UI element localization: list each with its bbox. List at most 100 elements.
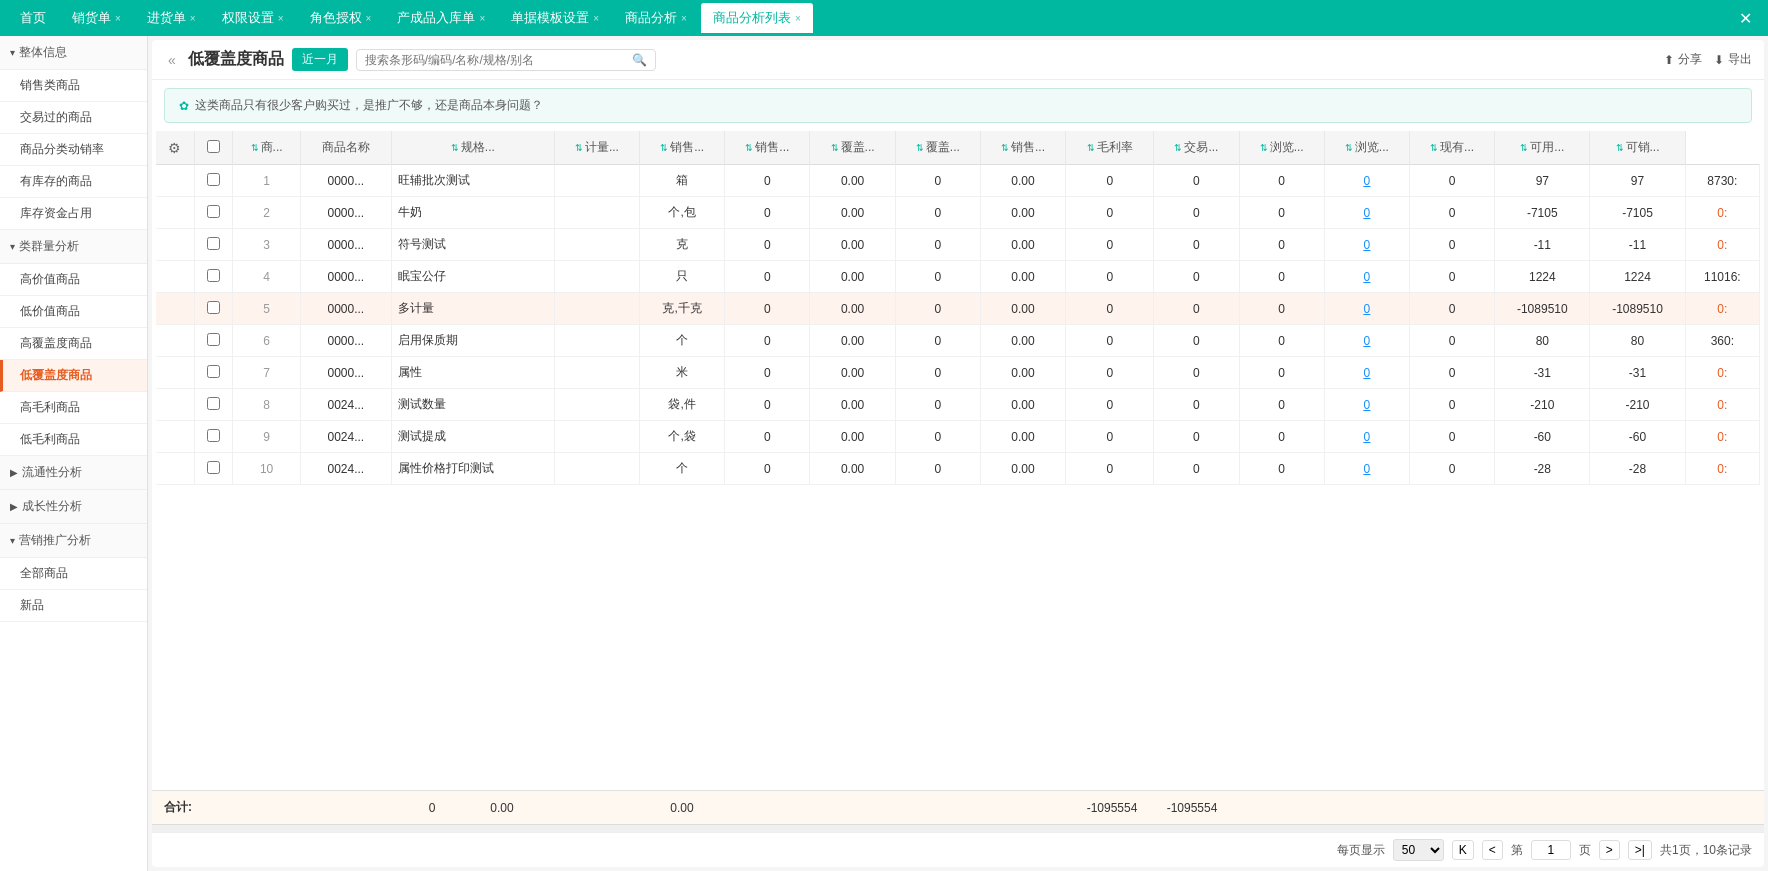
- sidebar-item-category-rate[interactable]: 商品分类动销率: [0, 134, 147, 166]
- sidebar-section-marketing[interactable]: ▾ 营销推广分析: [0, 524, 147, 558]
- sidebar-item-low-margin[interactable]: 低毛利商品: [0, 424, 147, 456]
- nav-analysis-close[interactable]: ×: [681, 13, 687, 24]
- nav-analysis[interactable]: 商品分析 ×: [613, 3, 699, 33]
- sidebar-section-growth[interactable]: ▶ 成长性分析: [0, 490, 147, 524]
- sidebar-section-cluster[interactable]: ▾ 类群量分析: [0, 230, 147, 264]
- row-select-checkbox[interactable]: [207, 205, 220, 218]
- row-checkbox[interactable]: [194, 197, 233, 229]
- th-code[interactable]: ⇅商...: [233, 131, 300, 165]
- row-view1[interactable]: 0: [1324, 165, 1409, 197]
- sidebar-item-high-margin[interactable]: 高毛利商品: [0, 392, 147, 424]
- row-view1[interactable]: 0: [1324, 421, 1409, 453]
- sidebar-item-stocked-goods[interactable]: 有库存的商品: [0, 166, 147, 198]
- share-button[interactable]: ⬆ 分享: [1664, 51, 1702, 68]
- row-checkbox[interactable]: [194, 165, 233, 197]
- nav-purchase-close[interactable]: ×: [190, 13, 196, 24]
- th-gross[interactable]: ⇅毛利率: [1066, 131, 1154, 165]
- row-checkbox[interactable]: [194, 229, 233, 261]
- nav-permissions-close[interactable]: ×: [278, 13, 284, 24]
- th-unit[interactable]: ⇅计量...: [554, 131, 639, 165]
- sidebar-item-new-goods[interactable]: 新品: [0, 590, 147, 622]
- page-number-input[interactable]: [1531, 840, 1571, 860]
- row-select-checkbox[interactable]: [207, 301, 220, 314]
- row-view1[interactable]: 0: [1324, 293, 1409, 325]
- th-cov2[interactable]: ⇅覆盖...: [895, 131, 980, 165]
- th-view1[interactable]: ⇅浏览...: [1239, 131, 1324, 165]
- row-select-checkbox[interactable]: [207, 365, 220, 378]
- column-settings-icon[interactable]: ⚙: [168, 140, 181, 156]
- row-select-checkbox[interactable]: [207, 237, 220, 250]
- row-view1[interactable]: 0: [1324, 261, 1409, 293]
- row-view1[interactable]: 0: [1324, 453, 1409, 485]
- scrollbar-track[interactable]: [152, 824, 1764, 832]
- sidebar-item-low-coverage[interactable]: 低覆盖度商品: [0, 360, 147, 392]
- th-sales1[interactable]: ⇅销售...: [640, 131, 725, 165]
- row-checkbox[interactable]: [194, 421, 233, 453]
- th-sales2[interactable]: ⇅销售...: [725, 131, 810, 165]
- nav-home[interactable]: 首页: [8, 3, 58, 33]
- first-page-button[interactable]: K: [1452, 840, 1474, 860]
- nav-analysis-list-close[interactable]: ×: [795, 13, 801, 24]
- th-cov1[interactable]: ⇅覆盖...: [810, 131, 895, 165]
- nav-analysis-list[interactable]: 商品分析列表 ×: [701, 3, 813, 33]
- th-view2[interactable]: ⇅浏览...: [1324, 131, 1409, 165]
- row-view1[interactable]: 0: [1324, 229, 1409, 261]
- row-view2: 0: [1409, 261, 1494, 293]
- sidebar-item-traded-goods[interactable]: 交易过的商品: [0, 102, 147, 134]
- sidebar-item-high-coverage[interactable]: 高覆盖度商品: [0, 328, 147, 360]
- row-view1[interactable]: 0: [1324, 197, 1409, 229]
- row-checkbox[interactable]: [194, 293, 233, 325]
- sidebar-item-stock-capital[interactable]: 库存资金占用: [0, 198, 147, 230]
- last-page-button[interactable]: >|: [1628, 840, 1652, 860]
- nav-purchase[interactable]: 进货单 ×: [135, 3, 208, 33]
- row-checkbox[interactable]: [194, 325, 233, 357]
- th-spec[interactable]: ⇅规格...: [391, 131, 554, 165]
- export-button[interactable]: ⬇ 导出: [1714, 51, 1752, 68]
- sidebar-section-overview[interactable]: ▾ 整体信息: [0, 36, 147, 70]
- row-select-checkbox[interactable]: [207, 173, 220, 186]
- sidebar-section-liquidity[interactable]: ▶ 流通性分析: [0, 456, 147, 490]
- period-button[interactable]: 近一月: [292, 48, 348, 71]
- row-select-checkbox[interactable]: [207, 461, 220, 474]
- nav-production-close[interactable]: ×: [479, 13, 485, 24]
- nav-production[interactable]: 产成品入库单 ×: [385, 3, 497, 33]
- nav-template[interactable]: 单据模板设置 ×: [499, 3, 611, 33]
- th-sales3[interactable]: ⇅销售...: [980, 131, 1065, 165]
- next-page-button[interactable]: >: [1599, 840, 1620, 860]
- th-trans[interactable]: ⇅交易...: [1154, 131, 1239, 165]
- nav-sales-close[interactable]: ×: [115, 13, 121, 24]
- table-wrapper[interactable]: ⚙ ⇅商... 商品名称 ⇅规格... ⇅计量... ⇅销售... ⇅销售...…: [152, 131, 1764, 790]
- row-view1[interactable]: 0: [1324, 389, 1409, 421]
- row-select-checkbox[interactable]: [207, 397, 220, 410]
- sidebar-item-low-value[interactable]: 低价值商品: [0, 296, 147, 328]
- collapse-sidebar-button[interactable]: «: [164, 50, 180, 70]
- row-checkbox[interactable]: [194, 453, 233, 485]
- row-checkbox[interactable]: [194, 357, 233, 389]
- prev-page-button[interactable]: <: [1482, 840, 1503, 860]
- nav-roles[interactable]: 角色授权 ×: [298, 3, 384, 33]
- nav-permissions[interactable]: 权限设置 ×: [210, 3, 296, 33]
- th-stock1[interactable]: ⇅现有...: [1409, 131, 1494, 165]
- search-input[interactable]: [365, 53, 628, 67]
- row-view1[interactable]: 0: [1324, 357, 1409, 389]
- th-stock3[interactable]: ⇅可销...: [1590, 131, 1685, 165]
- row-view1[interactable]: 0: [1324, 325, 1409, 357]
- select-all-checkbox[interactable]: [207, 140, 220, 153]
- row-unit: 箱: [640, 165, 725, 197]
- nav-roles-close[interactable]: ×: [366, 13, 372, 24]
- th-stock2[interactable]: ⇅可用...: [1495, 131, 1590, 165]
- page-size-select[interactable]: 20 50 100: [1393, 839, 1444, 861]
- window-close-button[interactable]: ✕: [1731, 5, 1760, 32]
- row-checkbox[interactable]: [194, 261, 233, 293]
- row-checkbox[interactable]: [194, 389, 233, 421]
- row-select-checkbox[interactable]: [207, 429, 220, 442]
- row-select-checkbox[interactable]: [207, 333, 220, 346]
- nav-sales[interactable]: 销货单 ×: [60, 3, 133, 33]
- row-select-checkbox[interactable]: [207, 269, 220, 282]
- th-settings[interactable]: ⚙: [156, 131, 194, 165]
- nav-template-close[interactable]: ×: [593, 13, 599, 24]
- sidebar-item-sales-goods[interactable]: 销售类商品: [0, 70, 147, 102]
- sidebar-item-all-goods[interactable]: 全部商品: [0, 558, 147, 590]
- sidebar-item-high-value[interactable]: 高价值商品: [0, 264, 147, 296]
- search-icon[interactable]: 🔍: [632, 53, 647, 67]
